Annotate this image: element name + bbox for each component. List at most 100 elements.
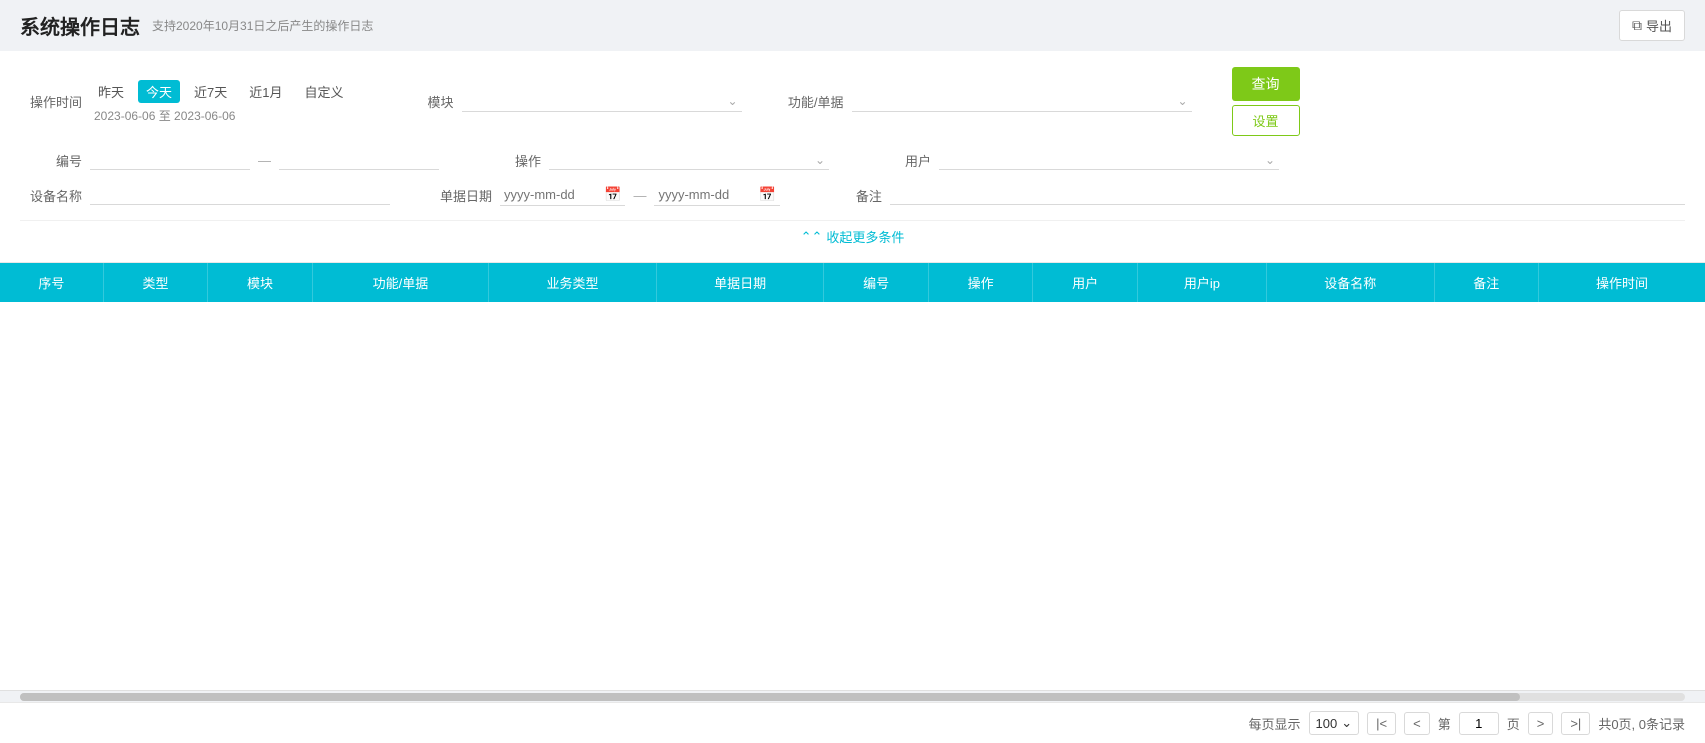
time-filter-group: 昨天 今天 近7天 近1月 自定义 2023-06-06 至 2023-06-0… [90,80,352,124]
date-to-wrap[interactable]: 📅 [654,184,779,206]
table-header-cell: 用户ip [1137,263,1266,302]
operation-input[interactable] [553,152,815,167]
device-label: 设备名称 [20,186,90,205]
remark-filter-col: 备注 [820,185,1685,205]
function-chevron-icon: ⌄ [1177,94,1187,108]
table-header-cell: 功能/单据 [312,263,488,302]
function-label: 功能/单据 [782,92,852,111]
filter-row-3: 设备名称 单据日期 📅 — 📅 备注 [20,184,1685,206]
module-chevron-icon: ⌄ [727,94,737,108]
filter-row-1: 操作时间 昨天 今天 近7天 近1月 自定义 2023-06-06 至 2023… [20,67,1685,136]
per-page-chevron-icon: ⌄ [1341,715,1352,731]
table-header-cell: 单据日期 [656,263,824,302]
table-header-cell: 操作 [928,263,1032,302]
calendar-from-icon[interactable]: 📅 [604,186,621,203]
table-header-cell: 设备名称 [1266,263,1434,302]
date-to-input[interactable] [658,187,758,202]
table-header-cell: 操作时间 [1539,263,1705,302]
device-filter-col: 设备名称 [20,185,390,205]
remark-input[interactable] [890,185,1685,205]
table-header-cell: 序号 [0,263,103,302]
module-input[interactable] [466,94,728,109]
date-from-wrap[interactable]: 📅 [500,184,625,206]
page-subtitle: 支持2020年10月31日之后产生的操作日志 [152,17,373,34]
collapse-label: 收起更多条件 [826,227,904,246]
code-dash: — [250,153,279,168]
code-filter-col: 编号 — [20,150,439,170]
table-header-cell: 业务类型 [489,263,657,302]
collapse-icon: ⌃⌃ [801,229,823,245]
date-dash: — [625,188,654,203]
table-header-row: 序号类型模块功能/单据业务类型单据日期编号操作用户用户ip设备名称备注操作时间 [0,263,1705,302]
total-info: 共0页, 0条记录 [1598,714,1685,733]
operation-chevron-icon: ⌄ [815,153,825,167]
table-head: 序号类型模块功能/单据业务类型单据日期编号操作用户用户ip设备名称备注操作时间 [0,263,1705,302]
operation-filter-col: 操作 ⌄ [479,150,829,170]
time-range-text: 2023-06-06 至 2023-06-06 [94,107,352,124]
time-btn-1month[interactable]: 近1月 [241,80,290,103]
export-icon: ⧉ [1632,17,1642,34]
time-btn-custom[interactable]: 自定义 [297,80,352,103]
filter-area: 操作时间 昨天 今天 近7天 近1月 自定义 2023-06-06 至 2023… [0,51,1705,263]
user-select[interactable]: ⌄ [939,150,1279,170]
date-from-input[interactable] [504,187,604,202]
time-label: 操作时间 [20,92,90,111]
per-page-value: 100 [1316,716,1338,731]
first-page-button[interactable]: |< [1367,712,1396,735]
code-label: 编号 [20,151,90,170]
table-section: 序号类型模块功能/单据业务类型单据日期编号操作用户用户ip设备名称备注操作时间 [0,263,1705,690]
settings-button[interactable]: 设置 [1232,105,1300,136]
table-header-cell: 备注 [1434,263,1538,302]
page-title: 系统操作日志 [20,11,140,40]
table-header-cell: 编号 [824,263,928,302]
per-page-select[interactable]: 100 ⌄ [1309,711,1360,735]
user-chevron-icon: ⌄ [1265,153,1275,167]
scroll-bar-area[interactable] [0,690,1705,702]
function-input[interactable] [856,94,1178,109]
per-page-label: 每页显示 [1249,714,1301,733]
function-select[interactable]: ⌄ [852,92,1192,112]
collapse-bar[interactable]: ⌃⌃ 收起更多条件 [20,220,1685,252]
time-buttons: 昨天 今天 近7天 近1月 自定义 [90,80,352,103]
table-header-cell: 模块 [208,263,312,302]
pagination-bar: 每页显示 100 ⌄ |< < 第 页 > >| 共0页, 0条记录 [0,702,1705,743]
time-filter-col: 操作时间 昨天 今天 近7天 近1月 自定义 2023-06-06 至 2023… [20,80,352,124]
page-unit: 页 [1507,714,1520,733]
code-to-input[interactable] [279,150,439,170]
date-label: 单据日期 [430,186,500,205]
operation-label: 操作 [479,151,549,170]
page-label: 第 [1438,714,1451,733]
module-filter-col: 模块 ⌄ [392,92,742,112]
code-from-input[interactable] [90,150,250,170]
scroll-thumb[interactable] [20,693,1520,701]
date-filter-col: 单据日期 📅 — 📅 [430,184,780,206]
time-btn-today[interactable]: 今天 [138,80,180,103]
module-label: 模块 [392,92,462,111]
table-header-cell: 用户 [1033,263,1137,302]
user-filter-col: 用户 ⌄ [869,150,1279,170]
last-page-button[interactable]: >| [1561,712,1590,735]
export-button[interactable]: ⧉ 导出 [1619,10,1685,41]
remark-label: 备注 [820,186,890,205]
user-label: 用户 [869,151,939,170]
user-input[interactable] [943,152,1265,167]
device-input[interactable] [90,185,390,205]
time-btn-7days[interactable]: 近7天 [186,80,235,103]
filter-row-2: 编号 — 操作 ⌄ 用户 ⌄ [20,150,1685,170]
scroll-track [20,693,1685,701]
calendar-to-icon[interactable]: 📅 [758,186,775,203]
action-buttons: 查询 设置 [1232,67,1300,136]
prev-page-button[interactable]: < [1404,712,1430,735]
data-table: 序号类型模块功能/单据业务类型单据日期编号操作用户用户ip设备名称备注操作时间 [0,263,1705,302]
export-label: 导出 [1646,16,1672,35]
time-btn-yesterday[interactable]: 昨天 [90,80,132,103]
page-header: 系统操作日志 支持2020年10月31日之后产生的操作日志 ⧉ 导出 [0,0,1705,51]
table-header-cell: 类型 [103,263,207,302]
function-filter-col: 功能/单据 ⌄ [782,92,1192,112]
next-page-button[interactable]: > [1528,712,1554,735]
query-button[interactable]: 查询 [1232,67,1300,101]
page-input[interactable] [1459,712,1499,735]
operation-select[interactable]: ⌄ [549,150,829,170]
module-select[interactable]: ⌄ [462,92,742,112]
title-area: 系统操作日志 支持2020年10月31日之后产生的操作日志 [20,11,373,40]
